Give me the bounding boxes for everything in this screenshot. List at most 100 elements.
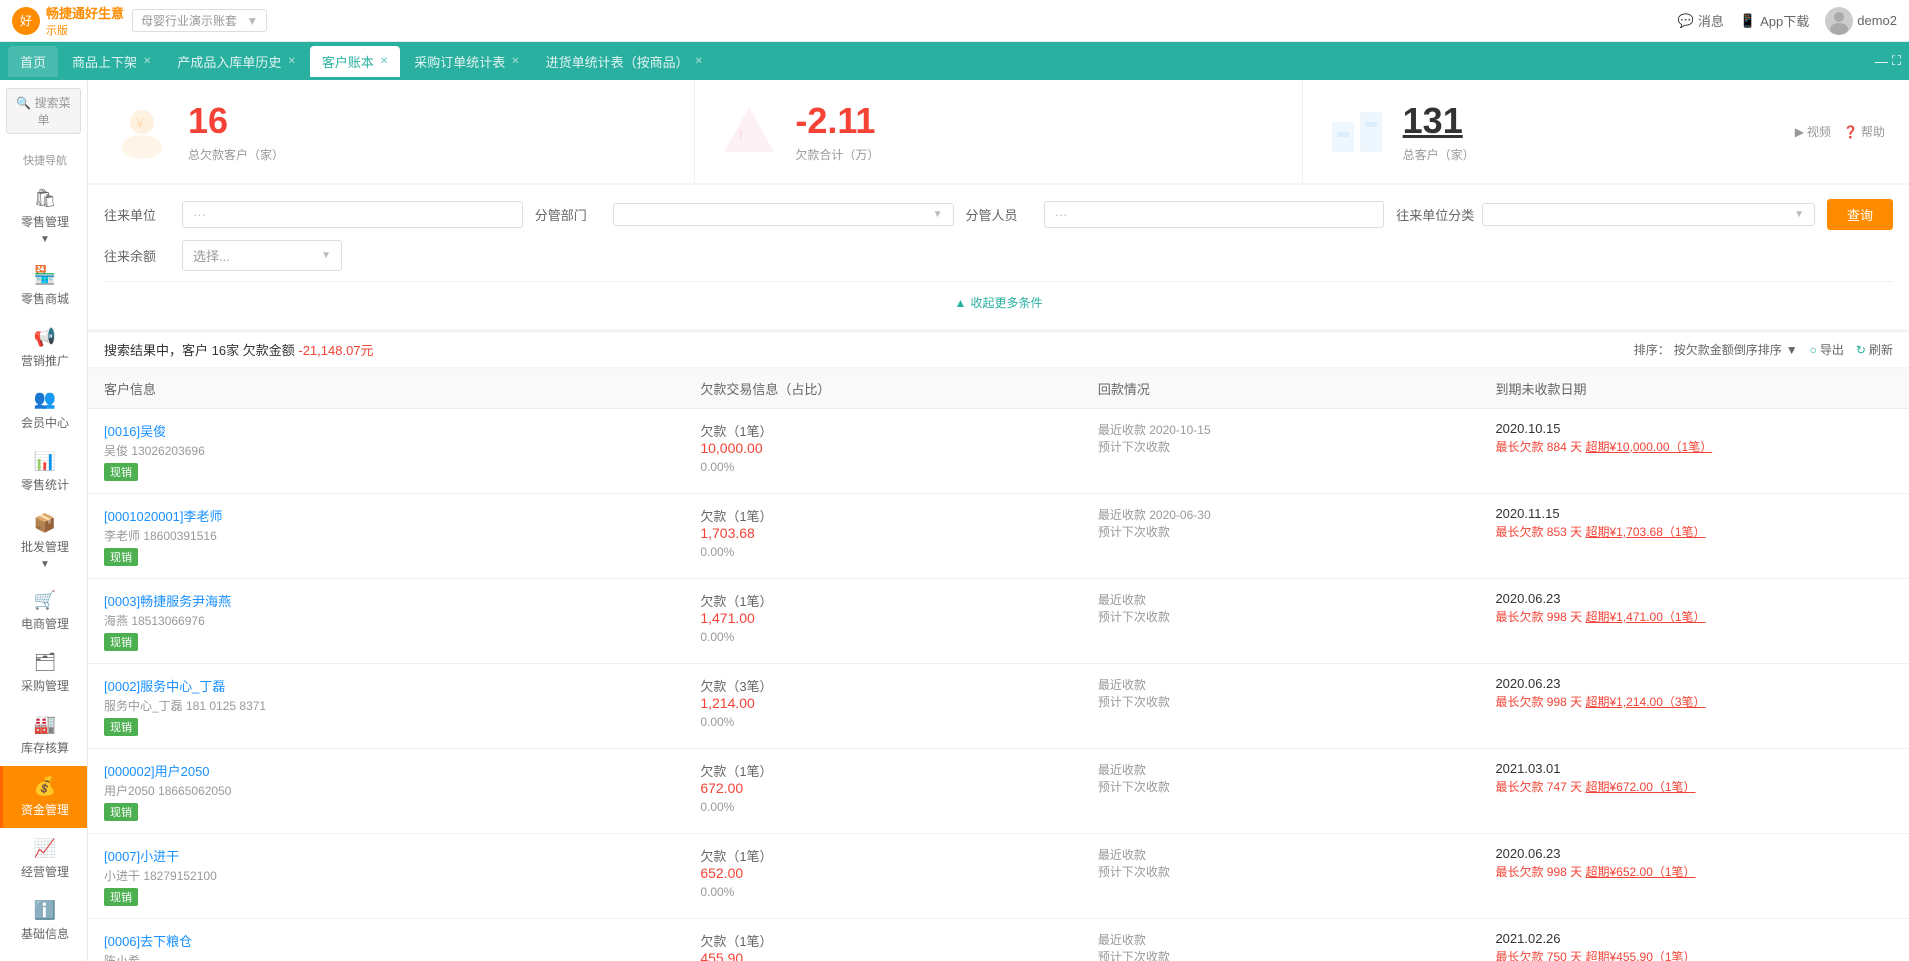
debt-count: 欠款（3笔） [700, 676, 1098, 695]
overdue-link[interactable]: 超期¥455.90（1笔） [1585, 950, 1695, 961]
tab-inbound-stats[interactable]: 进货单统计表（按商品） ✕ [534, 46, 715, 77]
recent-collect: 最近收款 [1098, 931, 1496, 948]
filter-person: 分管人员 ··· [966, 201, 1385, 228]
debt-amount-link[interactable]: 652.00 [700, 865, 1098, 881]
sidebar-item-inventory[interactable]: 🏭 库存核算 [0, 704, 87, 766]
customer-info-col: [0002]服务中心_丁磊 服务中心_丁磊 181 0125 8371 现销 [104, 676, 700, 736]
overdue-link[interactable]: 超期¥1,703.68（1笔） [1585, 525, 1705, 539]
sidebar-item-ecommerce[interactable]: 🛒 电商管理 [0, 580, 87, 642]
help-btn[interactable]: ❓ 帮助 [1843, 123, 1885, 140]
person-input[interactable]: ··· [1044, 201, 1385, 228]
sidebar-item-system[interactable]: ⚙️ 系统管理 [0, 952, 87, 961]
sidebar-item-finance[interactable]: 💰 资金管理 [0, 766, 87, 828]
customer-info-col: [0001020001]李老师 李老师 18600391516 现销 [104, 506, 700, 566]
marketing-icon: 📢 [34, 327, 56, 348]
debt-info-col: 欠款（3笔） 1,214.00 0.00% [700, 676, 1098, 729]
unit-category-select[interactable]: ▼ [1482, 203, 1815, 226]
sort-selector[interactable]: 排序： 按欠款金额倒序排序 ▼ [1634, 341, 1798, 358]
debt-amount-link[interactable]: 672.00 [700, 780, 1098, 796]
customer-name-link[interactable]: [0006]去下粮仓 [104, 934, 192, 949]
debt-count: 欠款（1笔） [700, 846, 1098, 865]
refresh-btn[interactable]: ↻ 刷新 [1856, 341, 1893, 358]
tab-product-off[interactable]: 商品上下架 ✕ [60, 46, 163, 77]
sidebar-item-retail-mall[interactable]: 🏪 零售商城 [0, 255, 87, 317]
debt-percent: 0.00% [700, 885, 1098, 899]
debt-info-col: 欠款（1笔） 672.00 0.00% [700, 761, 1098, 814]
balance-select[interactable]: 选择... ▼ [182, 240, 342, 271]
company-selector[interactable]: 母婴行业演示账套 ▼ [132, 9, 267, 32]
tab-production-history[interactable]: 产成品入库单历史 ✕ [165, 46, 307, 77]
inventory-icon: 🏭 [34, 714, 56, 735]
recent-collect: 最近收款 2020-10-15 [1098, 421, 1496, 438]
from-unit-input[interactable]: ··· [182, 201, 523, 228]
collapse-filter-btn[interactable]: ▲ 收起更多条件 [951, 290, 1047, 315]
debt-count: 欠款（1笔） [700, 761, 1098, 780]
customer-phone: 海燕 18513066976 [104, 612, 700, 629]
sidebar-item-batch-mgmt[interactable]: 📦 批发管理 ▼ [0, 503, 87, 580]
payment-info-col: 最近收款 2020-10-15 预计下次收款 [1098, 421, 1496, 455]
debt-percent: 0.00% [700, 545, 1098, 559]
customer-name-link[interactable]: [0001020001]李老师 [104, 509, 223, 524]
balance-arrow-icon: ▼ [321, 250, 331, 261]
sort-arrow-icon: ▼ [1786, 343, 1798, 357]
unit-category-arrow-icon: ▼ [1794, 209, 1804, 220]
overdue-info: 最长欠款 747 天 超期¥672.00（1笔） [1495, 778, 1893, 795]
stat-card-actions: ▶ 视频 ❓ 帮助 [1795, 123, 1885, 140]
message-btn[interactable]: 💬 消息 [1678, 11, 1724, 30]
user-avatar[interactable]: demo2 [1825, 7, 1897, 35]
sidebar-item-marketing[interactable]: 📢 营销推广 [0, 317, 87, 379]
debt-amount-link[interactable]: 1,703.68 [700, 525, 1098, 541]
overdue-info: 最长欠款 884 天 超期¥10,000.00（1笔） [1495, 438, 1893, 455]
view-video-btn[interactable]: ▶ 视频 [1795, 123, 1831, 140]
sidebar-item-retail-mgmt[interactable]: 🛍 零售管理 ▼ [0, 178, 87, 255]
total-customers-number: 131 [1403, 100, 1475, 142]
sidebar-item-basic-info[interactable]: ℹ️ 基础信息 [0, 890, 87, 952]
tab-close-purchase-order[interactable]: ✕ [511, 56, 519, 67]
sidebar-item-purchase-mgmt[interactable]: 🗂 采购管理 [0, 642, 87, 704]
due-date-col: 2020.06.23 最长欠款 998 天 超期¥1,471.00（1笔） [1495, 591, 1893, 625]
overdue-link[interactable]: 超期¥672.00（1笔） [1585, 780, 1695, 794]
stat-card-total-customers: 131 总客户（家） ▶ 视频 ❓ 帮助 [1303, 80, 1909, 183]
overdue-link[interactable]: 超期¥1,214.00（3笔） [1585, 695, 1705, 709]
due-date: 2021.03.01 [1495, 761, 1893, 776]
customer-tag: 现销 [104, 718, 138, 736]
search-button[interactable]: 查询 [1827, 199, 1893, 230]
filter-row-1: 往来单位 ··· 分管部门 ▼ 分管人员 ··· [104, 199, 1893, 230]
customer-name-link[interactable]: [0016]吴俊 [104, 424, 166, 439]
customer-name-link[interactable]: [000002]用户2050 [104, 764, 210, 779]
debt-amount-link[interactable]: 1,214.00 [700, 695, 1098, 711]
sidebar-item-retail-stats[interactable]: 📊 零售统计 [0, 441, 87, 503]
tab-minimize-icon[interactable]: — [1875, 54, 1888, 69]
retail-stats-icon: 📊 [34, 451, 56, 472]
basic-info-icon: ℹ️ [34, 900, 56, 921]
tab-close-inbound-stats[interactable]: ✕ [695, 56, 703, 67]
tab-close-customer-account[interactable]: ✕ [380, 56, 388, 67]
sidebar-item-member[interactable]: 👥 会员中心 [0, 379, 87, 441]
app-download-btn[interactable]: 📱 App下载 [1740, 11, 1809, 30]
payment-info-col: 最近收款 预计下次收款 [1098, 761, 1496, 795]
customer-name-link[interactable]: [0007]小进干 [104, 849, 179, 864]
customer-name-link[interactable]: [0002]服务中心_丁磊 [104, 679, 225, 694]
col-payment-info: 回款情况 [1098, 379, 1496, 398]
overdue-info: 最长欠款 998 天 超期¥1,214.00（3笔） [1495, 693, 1893, 710]
sidebar-item-ops-mgmt[interactable]: 📈 经营管理 [0, 828, 87, 890]
tab-home[interactable]: 首页 [8, 46, 58, 77]
tab-close-production-history[interactable]: ✕ [287, 56, 295, 67]
sidebar: 🔍 搜索菜单 快捷导航 🛍 零售管理 ▼ 🏪 零售商城 📢 营销推广 👥 会员中… [0, 80, 88, 961]
tab-maximize-icon[interactable]: ⛶ [1892, 53, 1901, 69]
tab-purchase-order[interactable]: 采购订单统计表 ✕ [402, 46, 531, 77]
tab-close-product-off[interactable]: ✕ [143, 56, 151, 67]
customer-phone: 服务中心_丁磊 181 0125 8371 [104, 697, 700, 714]
overdue-link[interactable]: 超期¥652.00（1笔） [1585, 865, 1695, 879]
customer-name-link[interactable]: [0003]畅捷服务尹海燕 [104, 594, 231, 609]
overdue-link[interactable]: 超期¥1,471.00（1笔） [1585, 610, 1705, 624]
tab-customer-account[interactable]: 客户账本 ✕ [310, 46, 400, 77]
sidebar-search-btn[interactable]: 🔍 搜索菜单 [6, 88, 81, 134]
overdue-link[interactable]: 超期¥10,000.00（1笔） [1585, 440, 1712, 454]
debt-amount-link[interactable]: 455.90 [700, 950, 1098, 961]
export-btn[interactable]: ○ 导出 [1810, 341, 1844, 358]
debt-amount-link[interactable]: 10,000.00 [700, 440, 1098, 456]
search-icon: 🔍 [16, 96, 31, 110]
dept-select[interactable]: ▼ [613, 203, 954, 226]
debt-amount-link[interactable]: 1,471.00 [700, 610, 1098, 626]
